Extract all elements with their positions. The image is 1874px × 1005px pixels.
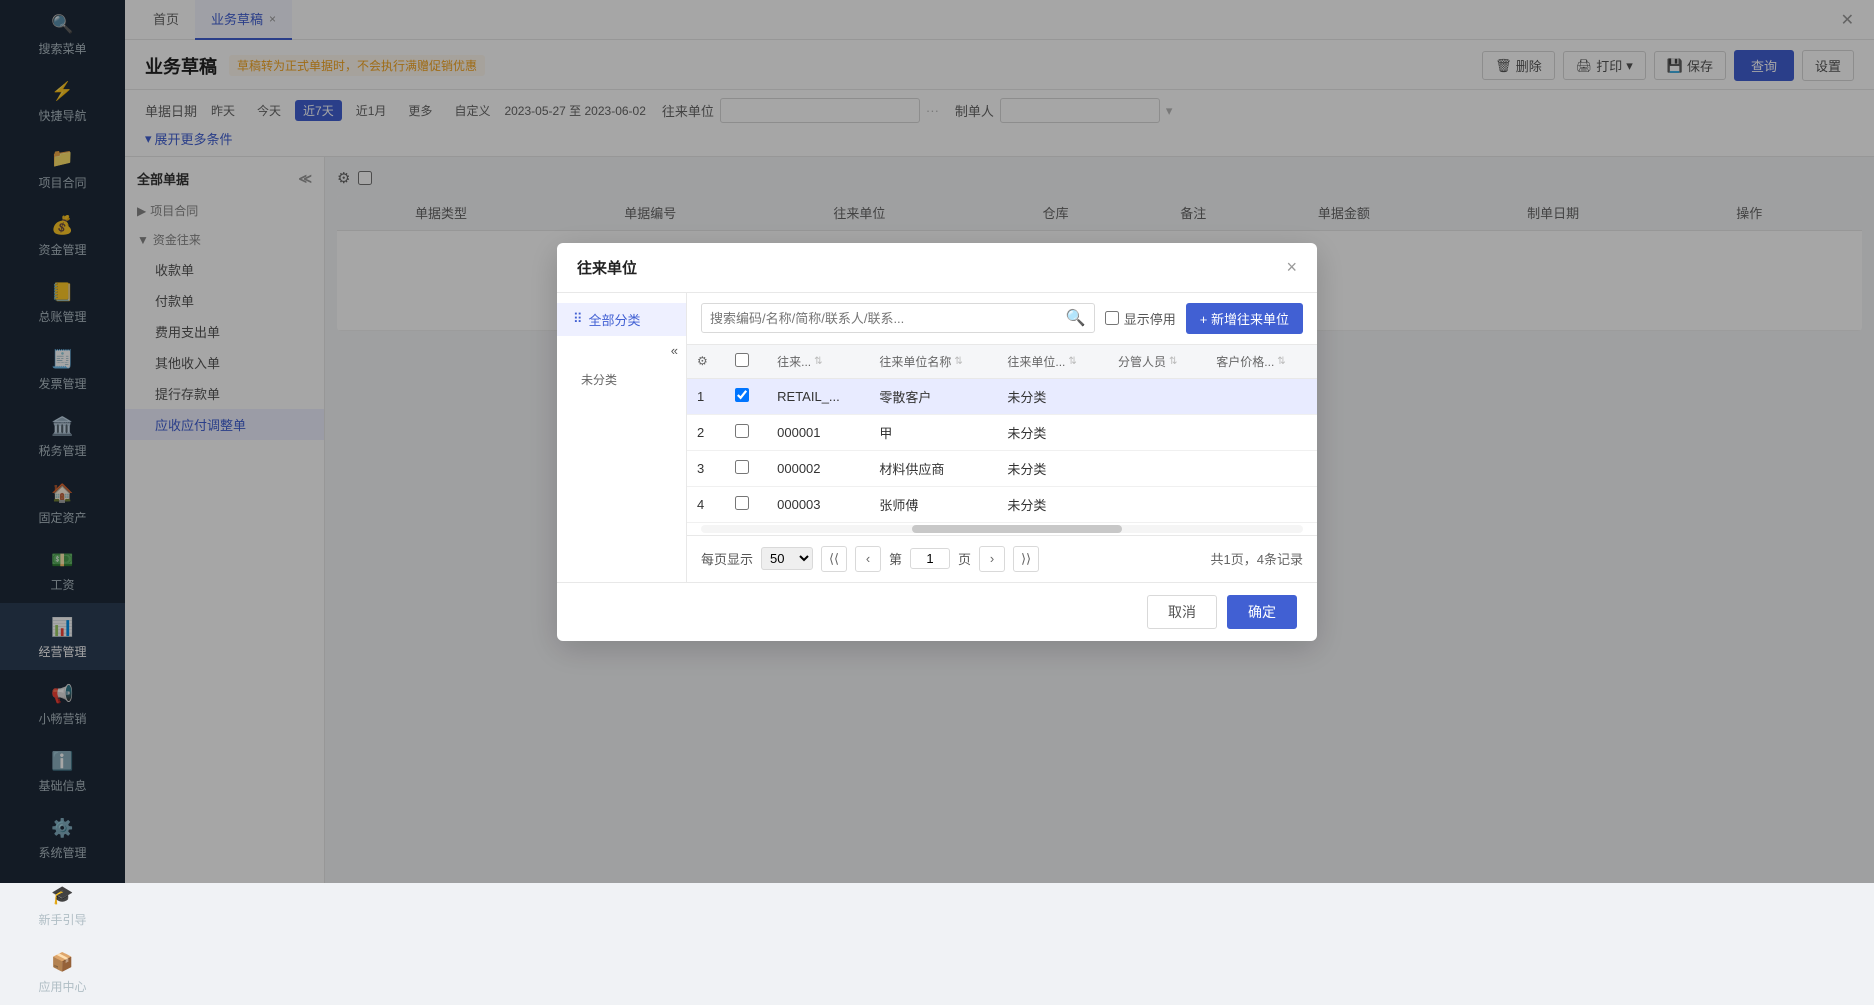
dialog-table: ⚙ 往来... ⇅ 往来单位名称 ⇅ 往来单位... ⇅ 分管人员 ⇅ 客户价格…: [687, 345, 1317, 523]
dialog-body: ⠿ 全部分类 « 未分类 🔍: [557, 293, 1317, 582]
row-price-level: [1206, 486, 1317, 522]
dialog-table-row[interactable]: 1 RETAIL_... 零散客户 未分类: [687, 378, 1317, 414]
row-price-level: [1206, 450, 1317, 486]
add-partner-button[interactable]: + 新增往来单位: [1186, 303, 1303, 334]
confirm-button[interactable]: 确定: [1227, 595, 1297, 629]
row-checkbox[interactable]: [725, 378, 767, 414]
page-label: 第: [889, 549, 902, 568]
dialog-toolbar: 🔍 显示停用 + 新增往来单位: [687, 293, 1317, 345]
category-all[interactable]: ⠿ 全部分类: [557, 303, 686, 336]
dlg-col-category: 往来单位... ⇅: [997, 345, 1108, 379]
row-salesperson: [1108, 486, 1206, 522]
show-disabled-label: 显示停用: [1124, 309, 1176, 328]
modal-overlay: 往来单位 × ⠿ 全部分类 « 未分类: [0, 0, 1874, 883]
dialog-title: 往来单位: [577, 257, 637, 278]
row-name: 零散客户: [869, 378, 997, 414]
appstore-icon: 📦: [51, 952, 73, 973]
dlg-col-salesperson: 分管人员 ⇅: [1108, 345, 1206, 379]
page-total: 共1页，4条记录: [1211, 549, 1303, 568]
collapse-left-icon: «: [671, 343, 678, 358]
category-collapse-btn[interactable]: «: [557, 336, 686, 365]
dialog-table-row[interactable]: 4 000003 张师傅 未分类: [687, 486, 1317, 522]
sidebar-item-appstore[interactable]: 📦 应用中心: [0, 938, 125, 1005]
row-code: RETAIL_...: [767, 378, 869, 414]
page-number-input[interactable]: [910, 548, 950, 569]
dialog-search[interactable]: 🔍: [701, 303, 1095, 333]
grid-icon: ⠿: [573, 311, 583, 327]
page-next-btn[interactable]: ›: [979, 546, 1005, 572]
dialog-table-row[interactable]: 2 000001 甲 未分类: [687, 414, 1317, 450]
page-last-btn[interactable]: ⟩⟩: [1013, 546, 1039, 572]
sidebar-item-label: 应用中心: [38, 978, 86, 995]
dlg-select-all[interactable]: [735, 353, 749, 367]
dlg-col-gear[interactable]: ⚙: [687, 345, 725, 379]
row-name: 张师傅: [869, 486, 997, 522]
row-num: 3: [687, 450, 725, 486]
row-code: 000001: [767, 414, 869, 450]
page-first-btn[interactable]: ⟨⟨: [821, 546, 847, 572]
row-salesperson: [1108, 378, 1206, 414]
cancel-button[interactable]: 取消: [1147, 595, 1217, 629]
row-price-level: [1206, 414, 1317, 450]
dialog-header: 往来单位 ×: [557, 243, 1317, 293]
row-num: 4: [687, 486, 725, 522]
search-icon: 🔍: [1066, 308, 1086, 328]
per-page-label: 每页显示: [701, 549, 753, 568]
dialog-right: 🔍 显示停用 + 新增往来单位 ⚙: [687, 293, 1317, 582]
row-name: 甲: [869, 414, 997, 450]
row-num: 2: [687, 414, 725, 450]
dialog-search-input[interactable]: [710, 311, 1060, 326]
row-category: 未分类: [997, 450, 1108, 486]
dialog-hscrollbar-thumb: [912, 525, 1123, 533]
partner-dialog: 往来单位 × ⠿ 全部分类 « 未分类: [557, 243, 1317, 641]
dlg-col-name: 往来单位名称 ⇅: [869, 345, 997, 379]
row-category: 未分类: [997, 486, 1108, 522]
show-disabled-checkbox[interactable]: [1105, 311, 1119, 325]
dlg-col-checkbox: [725, 345, 767, 379]
guide-icon: 🎓: [51, 885, 73, 906]
row-name: 材料供应商: [869, 450, 997, 486]
dialog-footer: 取消 确定: [557, 582, 1317, 641]
dialog-close-button[interactable]: ×: [1286, 257, 1297, 278]
dialog-hscrollbar[interactable]: [701, 525, 1303, 533]
row-checkbox[interactable]: [725, 486, 767, 522]
row-code: 000002: [767, 450, 869, 486]
row-checkbox[interactable]: [725, 450, 767, 486]
row-category: 未分类: [997, 378, 1108, 414]
row-salesperson: [1108, 414, 1206, 450]
dialog-table-wrap: ⚙ 往来... ⇅ 往来单位名称 ⇅ 往来单位... ⇅ 分管人员 ⇅ 客户价格…: [687, 345, 1317, 523]
page-suffix: 页: [958, 549, 971, 568]
row-category: 未分类: [997, 414, 1108, 450]
dialog-categories: ⠿ 全部分类 « 未分类: [557, 293, 687, 582]
row-price-level: [1206, 378, 1317, 414]
dlg-col-code: 往来... ⇅: [767, 345, 869, 379]
page-prev-btn[interactable]: ‹: [855, 546, 881, 572]
per-page-select[interactable]: 50 100: [761, 547, 813, 570]
row-num: 1: [687, 378, 725, 414]
row-checkbox[interactable]: [725, 414, 767, 450]
sidebar-item-label: 新手引导: [38, 911, 86, 928]
row-code: 000003: [767, 486, 869, 522]
category-unclassified[interactable]: 未分类: [557, 365, 686, 394]
dialog-table-row[interactable]: 3 000002 材料供应商 未分类: [687, 450, 1317, 486]
dlg-col-price: 客户价格... ⇅: [1206, 345, 1317, 379]
dialog-pagination: 每页显示 50 100 ⟨⟨ ‹ 第 页 › ⟩⟩ 共1页，4条记录: [687, 535, 1317, 582]
show-disabled-toggle[interactable]: 显示停用: [1105, 309, 1176, 328]
row-salesperson: [1108, 450, 1206, 486]
